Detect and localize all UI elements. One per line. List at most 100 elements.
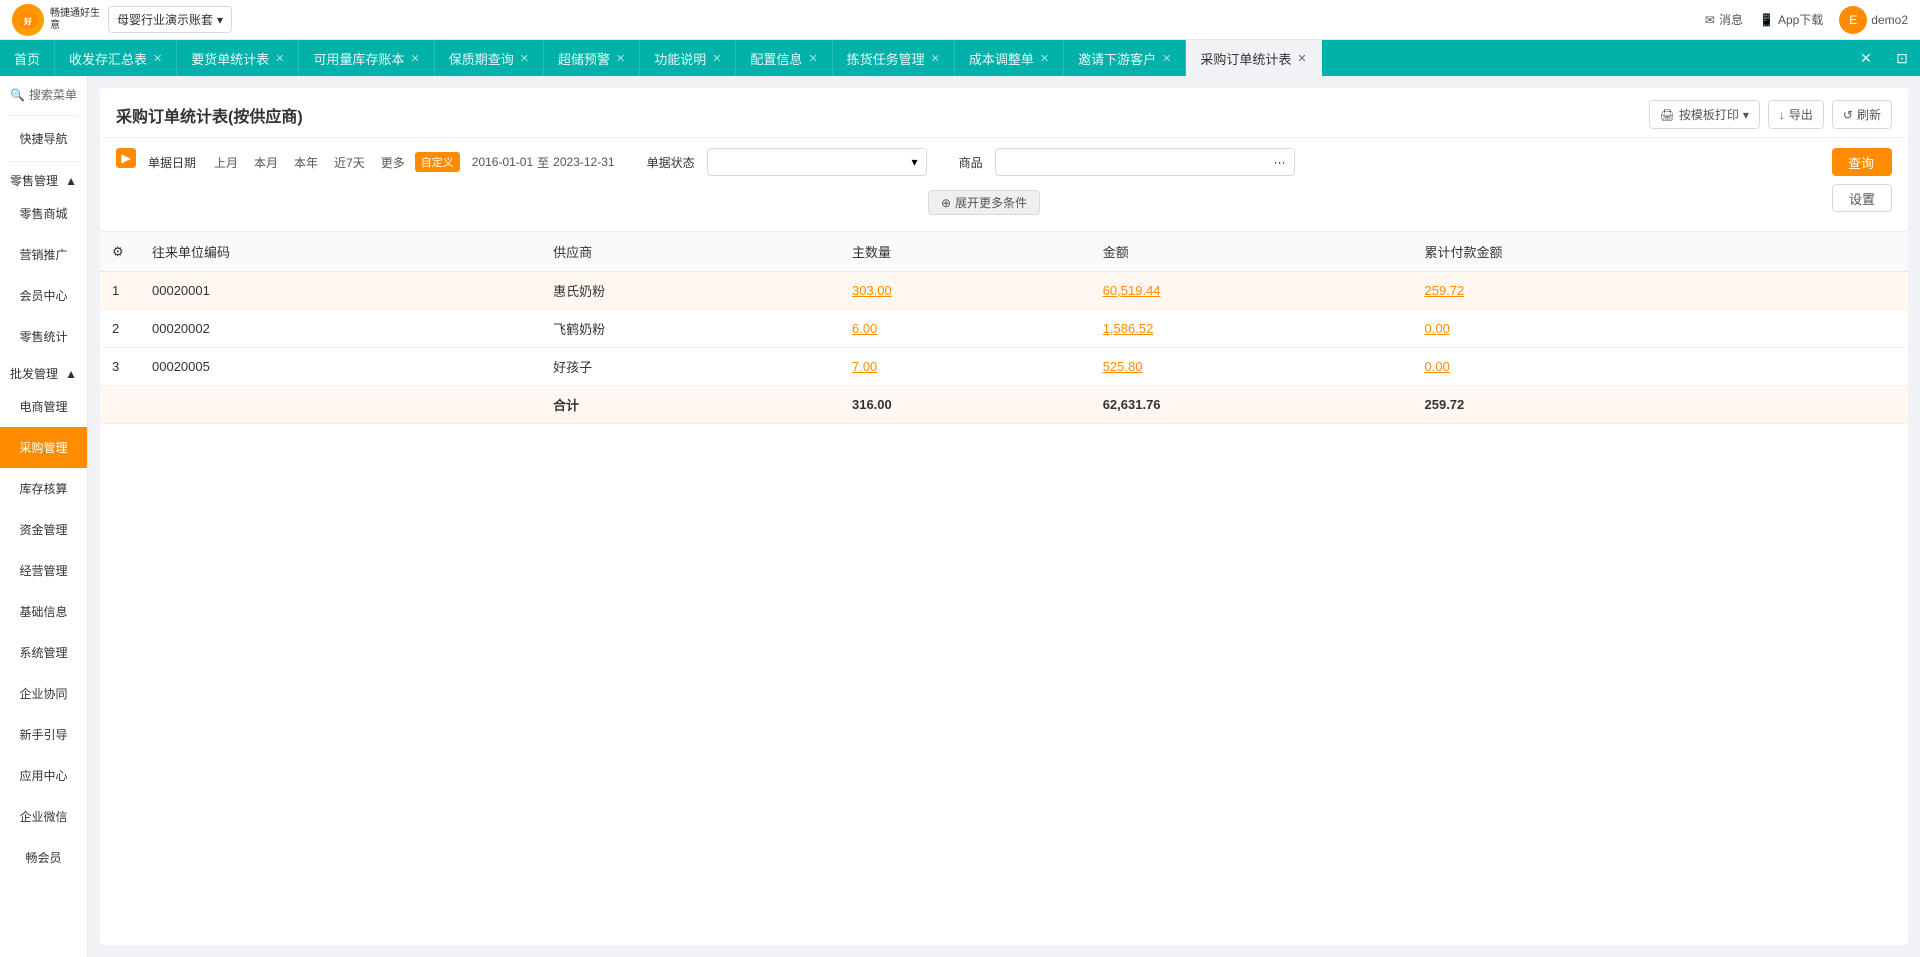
tab-chaochuyujing[interactable]: 超储预警 ✕ <box>544 40 640 76</box>
sidebar-wholesale-label: 批发管理 <box>10 365 58 382</box>
tab-gongneng-close-icon[interactable]: ✕ <box>712 52 721 65</box>
sidebar-item-ecommerce[interactable]: 电商管理 <box>0 386 87 427</box>
sidebar-item-marketing[interactable]: 营销推广 <box>0 234 87 275</box>
status-select[interactable]: ▾ <box>707 148 927 176</box>
sidebar-item-retail-shop[interactable]: 零售商城 <box>0 193 87 234</box>
workspace-label: 母婴行业演示账套 <box>117 11 213 28</box>
quantity-link-3[interactable]: 7.00 <box>852 359 877 374</box>
sidebar-item-system[interactable]: 系统管理 <box>0 632 87 673</box>
tab-baozhi-close-icon[interactable]: ✕ <box>520 52 529 65</box>
date-btn-7days[interactable]: 近7天 <box>328 152 371 173</box>
row-amount-3: 525.80 <box>1091 348 1413 386</box>
tab-yaoqing-label: 邀请下游客户 <box>1078 49 1156 68</box>
settings-button[interactable]: 设置 <box>1832 184 1892 212</box>
sidebar-item-basic[interactable]: 基础信息 <box>0 591 87 632</box>
table-footer: 合计 316.00 62,631.76 259.72 <box>100 386 1908 424</box>
tab-keyongliang[interactable]: 可用量库存账本 ✕ <box>299 40 434 76</box>
paid-link-2[interactable]: 0.00 <box>1425 321 1450 336</box>
goods-filter-label: 商品 <box>959 154 983 171</box>
goods-ellipsis-icon: ··· <box>1274 155 1286 169</box>
sidebar-item-shortcut[interactable]: 快捷导航 <box>0 118 87 159</box>
sidebar-item-wholesale[interactable]: 批发管理 ▲ <box>0 357 87 386</box>
sidebar-item-retail-mgmt[interactable]: 零售管理 ▲ <box>0 164 87 193</box>
amount-link-1[interactable]: 60,519.44 <box>1103 283 1161 298</box>
app-download-label: App下载 <box>1778 11 1823 28</box>
filter-left: 单据日期 上月 本月 本年 近7天 更多 自定义 2016-01-01 至 <box>148 148 1820 221</box>
row-amount-2: 1,586.52 <box>1091 310 1413 348</box>
tab-chaochuyujing-close-icon[interactable]: ✕ <box>616 52 625 65</box>
template-print-button[interactable]: 🖨 按模板打印 ▾ <box>1649 100 1760 129</box>
tab-baozhi[interactable]: 保质期查询 ✕ <box>435 40 544 76</box>
sidebar-item-operations[interactable]: 经营管理 <box>0 550 87 591</box>
paid-link-1[interactable]: 259.72 <box>1425 283 1465 298</box>
date-btn-more[interactable]: 更多 <box>375 152 411 173</box>
tab-chengben-close-icon[interactable]: ✕ <box>1040 52 1049 65</box>
tab-peizhi-close-icon[interactable]: ✕ <box>808 52 817 65</box>
sidebar-item-apps[interactable]: 应用中心 <box>0 755 87 796</box>
row-code-3: 00020005 <box>140 348 541 386</box>
col-paid: 累计付款金额 <box>1413 232 1814 272</box>
app-download-btn[interactable]: 📱 App下载 <box>1759 11 1823 28</box>
quantity-link-1[interactable]: 303.00 <box>852 283 892 298</box>
sidebar-item-wechat[interactable]: 企业微信 <box>0 796 87 837</box>
amount-link-2[interactable]: 1,586.52 <box>1103 321 1154 336</box>
date-filter-label: 单据日期 <box>148 154 196 171</box>
sidebar-search[interactable]: 🔍 搜索菜单 <box>0 76 87 113</box>
table-row: 2 00020002 飞鹤奶粉 6.00 1,586.52 0.00 <box>100 310 1908 348</box>
table-row: 3 00020005 好孩子 7.00 525.80 0.00 <box>100 348 1908 386</box>
sidebar-search-label: 搜索菜单 <box>29 86 77 103</box>
quantity-link-2[interactable]: 6.00 <box>852 321 877 336</box>
tab-peizhi[interactable]: 配置信息 ✕ <box>736 40 832 76</box>
tab-shoufacun[interactable]: 收发存汇总表 ✕ <box>55 40 177 76</box>
message-btn[interactable]: ✉ 消息 <box>1705 11 1743 28</box>
sidebar-item-newbie[interactable]: 新手引导 <box>0 714 87 755</box>
nav-tabs: 首页 收发存汇总表 ✕ 要货单统计表 ✕ 可用量库存账本 ✕ 保质期查询 ✕ 超… <box>0 40 1920 76</box>
date-btn-this-year[interactable]: 本年 <box>288 152 324 173</box>
tab-gongneng[interactable]: 功能说明 ✕ <box>640 40 736 76</box>
tab-gongneng-label: 功能说明 <box>654 49 706 68</box>
tab-yaoqing-close-icon[interactable]: ✕ <box>1162 52 1171 65</box>
goods-input[interactable]: ··· <box>995 148 1295 176</box>
amount-link-3[interactable]: 525.80 <box>1103 359 1143 374</box>
tab-shoufacun-close-icon[interactable]: ✕ <box>153 52 162 65</box>
row-amount-1: 60,519.44 <box>1091 272 1413 310</box>
tab-jianhuo[interactable]: 拣货任务管理 ✕ <box>833 40 955 76</box>
query-button[interactable]: 查询 <box>1832 148 1892 176</box>
date-btn-custom[interactable]: 自定义 <box>415 152 460 172</box>
tab-close-icon[interactable]: ✕ <box>1848 40 1884 76</box>
date-btn-this-month[interactable]: 本月 <box>248 152 284 173</box>
expand-more-btn[interactable]: ⊕ 展开更多条件 <box>928 190 1040 215</box>
paid-link-3[interactable]: 0.00 <box>1425 359 1450 374</box>
tab-chengben[interactable]: 成本调整单 ✕ <box>955 40 1064 76</box>
tab-jianhuo-close-icon[interactable]: ✕ <box>931 52 940 65</box>
sidebar-item-purchase[interactable]: 采购管理 <box>0 427 87 468</box>
table-header: ⚙ 往来单位编码 供应商 主数量 金额 累计付款金额 <box>100 232 1908 272</box>
tab-yaohuo[interactable]: 要货单统计表 ✕ <box>177 40 299 76</box>
tab-expand-icon[interactable]: ⊡ <box>1884 40 1920 76</box>
filter-more-row: ⊕ 展开更多条件 <box>148 184 1820 221</box>
svg-text:好: 好 <box>23 16 32 26</box>
tab-caigou-label: 采购订单统计表 <box>1200 49 1291 68</box>
workspace-selector[interactable]: 母婴行业演示账套 ▾ <box>108 6 232 33</box>
sidebar-item-inventory[interactable]: 库存核算 <box>0 468 87 509</box>
sidebar-item-collab[interactable]: 企业协同 <box>0 673 87 714</box>
tab-yaoqing[interactable]: 邀请下游客户 ✕ <box>1064 40 1186 76</box>
sidebar-marketing-label: 营销推广 <box>19 246 67 263</box>
sidebar-item-member[interactable]: 会员中心 <box>0 275 87 316</box>
tab-home[interactable]: 首页 <box>0 40 55 76</box>
tab-caigou-active[interactable]: 采购订单统计表 ✕ <box>1186 40 1321 76</box>
table-settings-icon[interactable]: ⚙ <box>112 244 124 259</box>
sidebar-item-finance[interactable]: 资金管理 <box>0 509 87 550</box>
export-button[interactable]: ↓ 导出 <box>1768 100 1824 129</box>
tab-caigou-close-icon[interactable]: ✕ <box>1297 52 1306 65</box>
user-info[interactable]: E demo2 <box>1839 6 1908 34</box>
filter-toggle-btn[interactable]: ▶ <box>116 148 136 168</box>
tab-yaohuo-close-icon[interactable]: ✕ <box>275 52 284 65</box>
username-label: demo2 <box>1871 13 1908 27</box>
tab-keyongliang-close-icon[interactable]: ✕ <box>411 52 420 65</box>
sidebar-item-vip[interactable]: 畅会员 <box>0 837 87 878</box>
refresh-button[interactable]: ↺ 刷新 <box>1832 100 1892 129</box>
sidebar-wholesale-arrow-icon: ▲ <box>65 367 77 381</box>
date-btn-last-month[interactable]: 上月 <box>208 152 244 173</box>
sidebar-item-retail-stats[interactable]: 零售统计 <box>0 316 87 357</box>
